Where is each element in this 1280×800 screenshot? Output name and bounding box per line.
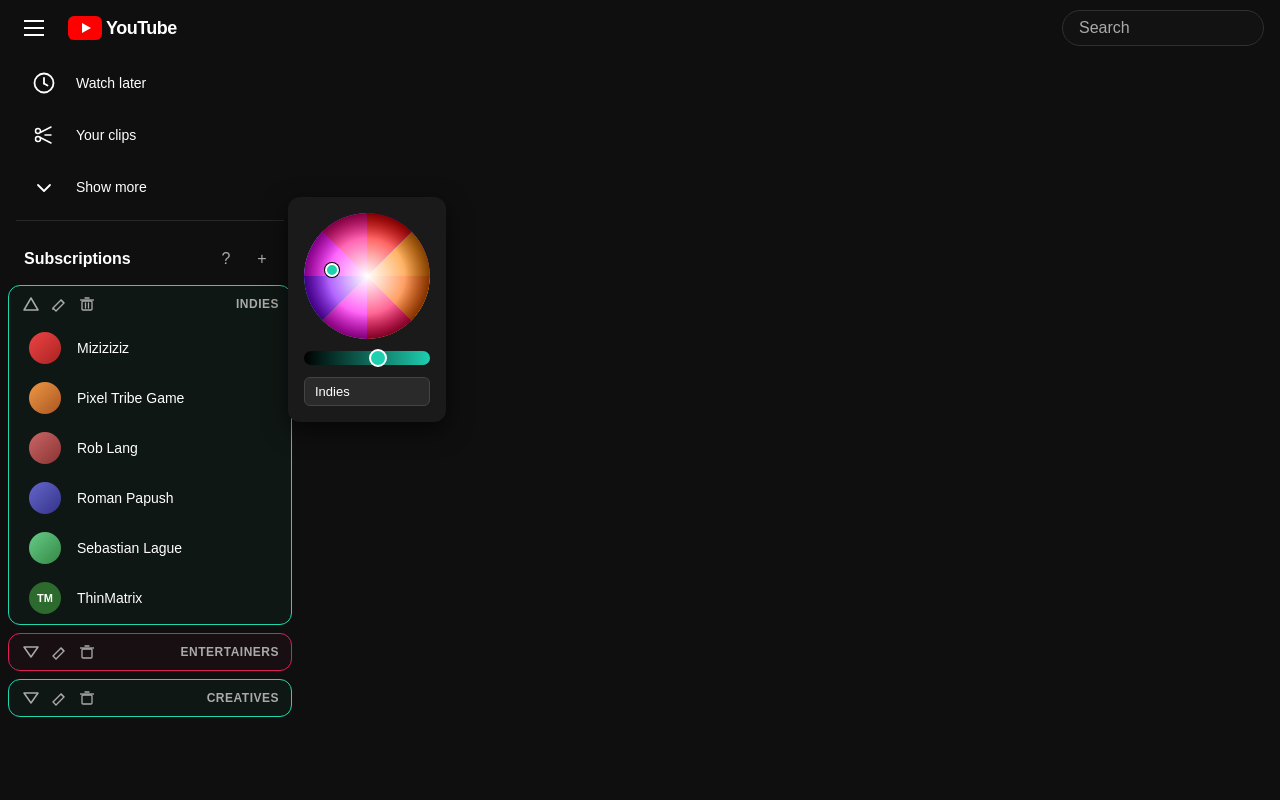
subscriptions-add-button[interactable]: + (248, 245, 276, 273)
sidebar: Watch later Your clips Show more Subscri… (0, 56, 300, 800)
header: YouTube (0, 0, 1280, 56)
your-clips-label: Your clips (76, 127, 136, 143)
subscriptions-help-button[interactable]: ? (212, 245, 240, 273)
svg-line-4 (44, 84, 48, 86)
channel-name-miziziziz: Miziziziz (77, 340, 129, 356)
subscriptions-title: Subscriptions (24, 250, 131, 268)
color-name-input[interactable] (304, 377, 430, 406)
channel-pixel-tribe[interactable]: Pixel Tribe Game (13, 374, 287, 422)
avatar-pixel-tribe (29, 382, 61, 414)
triangle-hollow-icon-2[interactable] (21, 688, 41, 708)
svg-line-19 (61, 648, 64, 651)
group-indie-label: INDIES (105, 297, 279, 311)
channel-sebastian-lague[interactable]: Sebastian Lague (13, 524, 287, 572)
sidebar-item-watch-later[interactable]: Watch later (8, 58, 292, 108)
group-creatives: CREATIVES (8, 679, 292, 717)
search-bar (1062, 10, 1264, 46)
scissors-icon (32, 123, 56, 147)
pencil-icon-3[interactable] (49, 688, 69, 708)
channel-thinmatrix[interactable]: TM ThinMatrix (13, 574, 287, 622)
svg-line-7 (40, 127, 51, 133)
header-left: YouTube (16, 12, 177, 44)
avatar-roman-papush (29, 482, 61, 514)
color-picker-popup (288, 197, 446, 422)
avatar-miziziziz (29, 332, 61, 364)
group-entertainers: ENTERTAINERS (8, 633, 292, 671)
clock-icon (32, 71, 56, 95)
channel-rob-lang[interactable]: Rob Lang (13, 424, 287, 472)
logo-text: YouTube (106, 18, 177, 39)
watch-later-label: Watch later (76, 75, 146, 91)
menu-button[interactable] (16, 12, 52, 44)
group-indie: INDIES Miziziziz Pixel Tribe Game Rob La… (8, 285, 292, 625)
avatar-thinmatrix: TM (29, 582, 61, 614)
search-input-wrapper (1062, 10, 1264, 46)
svg-rect-20 (82, 649, 92, 658)
subscriptions-header: Subscriptions ? + (0, 229, 300, 281)
svg-point-30 (304, 213, 430, 339)
svg-line-8 (40, 138, 51, 144)
channel-name-sebastian-lague: Sebastian Lague (77, 540, 182, 556)
group-entertainers-label: ENTERTAINERS (105, 645, 279, 659)
pencil-icon[interactable] (49, 294, 69, 314)
pencil-icon-2[interactable] (49, 642, 69, 662)
youtube-logo[interactable]: YouTube (68, 16, 177, 40)
show-more-label: Show more (76, 179, 147, 195)
channel-name-rob-lang: Rob Lang (77, 440, 138, 456)
group-indie-header[interactable]: INDIES (9, 286, 291, 322)
avatar-sebastian-lague (29, 532, 61, 564)
svg-line-11 (61, 300, 64, 303)
channel-miziziziz[interactable]: Miziziziz (13, 324, 287, 372)
trash-icon-2[interactable] (77, 642, 97, 662)
triangle-hollow-icon[interactable] (21, 642, 41, 662)
trash-icon[interactable] (77, 294, 97, 314)
channel-name-roman-papush: Roman Papush (77, 490, 174, 506)
brightness-slider[interactable] (304, 351, 430, 365)
sidebar-item-show-more[interactable]: Show more (8, 162, 292, 212)
avatar-rob-lang (29, 432, 61, 464)
sidebar-item-your-clips[interactable]: Your clips (8, 110, 292, 160)
group-creatives-header[interactable]: CREATIVES (9, 680, 291, 716)
search-input[interactable] (1063, 11, 1263, 45)
channel-name-thinmatrix: ThinMatrix (77, 590, 142, 606)
chevron-down-icon (32, 175, 56, 199)
svg-rect-13 (82, 301, 92, 310)
triangle-icon[interactable] (21, 294, 41, 314)
subscriptions-actions: ? + (212, 245, 276, 273)
color-wheel-svg (304, 213, 430, 339)
channel-name-pixel-tribe: Pixel Tribe Game (77, 390, 184, 406)
group-creatives-label: CREATIVES (105, 691, 279, 705)
svg-marker-10 (24, 298, 38, 310)
trash-icon-3[interactable] (77, 688, 97, 708)
svg-line-24 (61, 694, 64, 697)
sidebar-divider (16, 220, 284, 221)
channel-roman-papush[interactable]: Roman Papush (13, 474, 287, 522)
svg-rect-25 (82, 695, 92, 704)
svg-marker-23 (24, 693, 38, 703)
main-content (300, 56, 1280, 800)
svg-marker-18 (24, 647, 38, 657)
group-entertainers-header[interactable]: ENTERTAINERS (9, 634, 291, 670)
youtube-icon (68, 16, 102, 40)
color-wheel[interactable] (304, 213, 430, 339)
